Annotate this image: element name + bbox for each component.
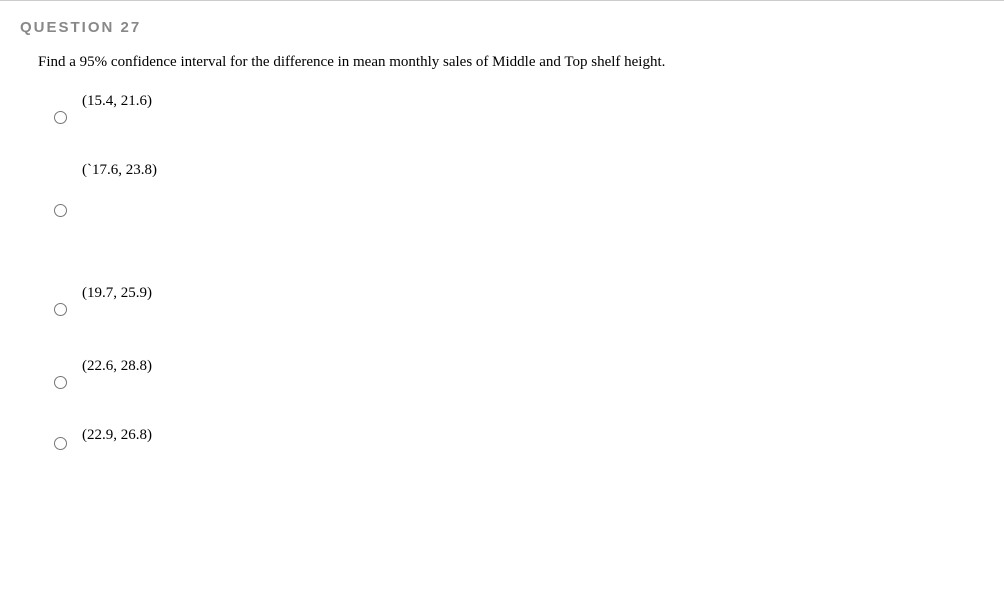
option-radio-3[interactable] (54, 376, 67, 389)
option-radio-1[interactable] (54, 204, 67, 217)
option-row: (`17.6, 23.8) (54, 166, 1004, 217)
option-row: (15.4, 21.6) (54, 93, 1004, 124)
radio-wrapper (54, 303, 68, 316)
option-label: (22.9, 26.8) (68, 427, 152, 444)
option-radio-2[interactable] (54, 303, 67, 316)
option-radio-0[interactable] (54, 111, 67, 124)
radio-wrapper (54, 204, 68, 217)
option-row: (22.9, 26.8) (54, 427, 1004, 450)
question-prompt: Find a 95% confidence interval for the d… (0, 36, 1004, 71)
radio-wrapper (54, 376, 68, 389)
option-label: (22.6, 28.8) (68, 358, 152, 375)
option-label: (15.4, 21.6) (68, 93, 152, 110)
radio-wrapper (54, 111, 68, 124)
option-label: (19.7, 25.9) (68, 285, 152, 302)
option-row: (22.6, 28.8) (54, 358, 1004, 389)
radio-wrapper (54, 437, 68, 450)
question-header: QUESTION 27 (0, 1, 1004, 36)
options-list: (15.4, 21.6) (`17.6, 23.8) (19.7, 25.9) … (0, 71, 1004, 450)
option-row: (19.7, 25.9) (54, 285, 1004, 316)
option-radio-4[interactable] (54, 437, 67, 450)
option-label: (`17.6, 23.8) (68, 162, 157, 179)
